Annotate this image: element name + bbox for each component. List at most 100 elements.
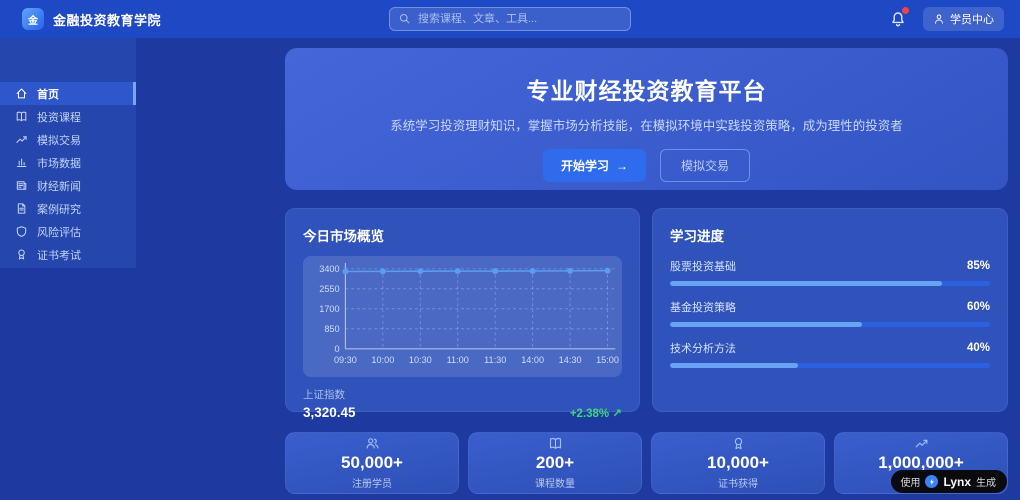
topbar-actions: 学员中心 [889, 7, 1004, 31]
progress-label: 技术分析方法 [670, 343, 736, 355]
users-icon [366, 438, 378, 449]
home-icon [16, 88, 27, 99]
start-learning-label: 开始学习 [560, 159, 609, 173]
progress-bar [670, 281, 990, 286]
progress-bar [670, 363, 990, 368]
progress-list: 股票投资基础 85% 基金投资策略 60% 技术分析方法 40% [670, 258, 990, 368]
sidebar-item-news[interactable]: 财经新闻 [0, 174, 136, 197]
progress-bar [670, 322, 990, 327]
svg-text:3400: 3400 [319, 264, 339, 274]
market-footer: 上证指数 3,320.45 +2.38% ↗ [303, 387, 622, 420]
svg-text:09:30: 09:30 [334, 355, 357, 365]
search-input[interactable] [389, 7, 631, 31]
sidebar-item-cert[interactable]: 证书考试 [0, 243, 136, 266]
sidebar: 首页 投资课程 模拟交易 市场数据 财经新闻 案例研究 风险评估 证书考试 [0, 38, 136, 268]
change-value: +2.38% [569, 408, 610, 420]
user-center-label: 学员中心 [950, 14, 994, 26]
user-center-button[interactable]: 学员中心 [923, 7, 1004, 31]
notification-bell-icon[interactable] [889, 7, 909, 28]
lynx-logo-icon [925, 475, 939, 488]
index-value: 3,320.45 [303, 405, 356, 420]
svg-text:850: 850 [324, 324, 339, 334]
hero-buttons: 开始学习 → 模拟交易 [285, 149, 1008, 182]
progress-bar-fill [670, 281, 942, 286]
svg-text:2550: 2550 [319, 284, 339, 294]
progress-bar-fill [670, 363, 798, 368]
hero-title: 专业财经投资教育平台 [526, 78, 767, 104]
hero-banner: 专业财经投资教育平台 系统学习投资理财知识，掌握市场分析技能，在模拟环境中实践投… [285, 48, 1008, 190]
active-indicator [133, 82, 136, 105]
trend-up-arrow-icon: ↗ [612, 408, 622, 420]
progress-item: 股票投资基础 85% [670, 258, 990, 286]
progress-item: 基金投资策略 60% [670, 299, 990, 327]
stat-value: 200+ [535, 453, 575, 472]
bar-chart-icon [16, 158, 27, 168]
progress-percent: 40% [966, 342, 990, 354]
sidebar-item-label: 案例研究 [37, 203, 81, 216]
lynx-generated-badge[interactable]: 使用 Lynx 生成 [891, 470, 1007, 493]
svg-text:15:00: 15:00 [596, 355, 619, 365]
stat-card: 50,000+ 注册学员 [285, 432, 459, 494]
sidebar-item-home[interactable]: 首页 [0, 82, 136, 105]
badge-prefix: 使用 [900, 478, 921, 489]
sidebar-item-label: 风险评估 [37, 226, 81, 239]
start-learning-button[interactable]: 开始学习 → [542, 149, 646, 182]
app-logo: 金 [22, 8, 44, 30]
stat-value: 10,000+ [707, 453, 769, 472]
index-name: 上证指数 [303, 389, 345, 401]
progress-label: 股票投资基础 [670, 261, 736, 273]
person-icon [935, 14, 943, 24]
progress-label: 基金投资策略 [670, 302, 736, 314]
stat-label: 课程数量 [535, 479, 575, 490]
newspaper-icon [16, 181, 27, 190]
sidebar-item-label: 投资课程 [37, 111, 81, 124]
sidebar-nav: 首页 投资课程 模拟交易 市场数据 财经新闻 案例研究 风险评估 证书考试 [0, 82, 136, 266]
document-icon [17, 203, 26, 214]
sidebar-item-risk[interactable]: 风险评估 [0, 220, 136, 243]
shield-icon [16, 226, 27, 237]
topbar: 金 金融投资教育学院 学员中心 [0, 0, 1020, 38]
sidebar-item-trading[interactable]: 模拟交易 [0, 128, 136, 151]
index-line-chart: 0 850 1700 2550 3400 09:30 10:00 10:30 11:00 11:3… [303, 256, 622, 377]
sidebar-item-market[interactable]: 市场数据 [0, 151, 136, 174]
sidebar-item-label: 模拟交易 [37, 134, 81, 147]
svg-text:0: 0 [335, 344, 340, 354]
certificate-icon [18, 249, 25, 260]
sidebar-item-label: 财经新闻 [37, 180, 81, 193]
svg-text:14:00: 14:00 [521, 355, 544, 365]
stat-label: 注册学员 [352, 479, 392, 490]
index-change: +2.38% ↗ [570, 406, 622, 420]
certificate-icon [734, 437, 742, 450]
book-icon [549, 438, 561, 449]
stat-label: 证书获得 [718, 479, 758, 490]
sidebar-item-label: 证书考试 [37, 249, 81, 262]
svg-text:10:30: 10:30 [409, 355, 432, 365]
stat-value: 50,000+ [341, 453, 403, 472]
sidebar-item-label: 市场数据 [37, 157, 81, 170]
svg-text:14:30: 14:30 [559, 355, 582, 365]
market-card-title: 今日市场概览 [303, 229, 384, 244]
sidebar-item-cases[interactable]: 案例研究 [0, 197, 136, 220]
progress-percent: 85% [966, 260, 990, 272]
book-icon [16, 111, 27, 122]
svg-text:1700: 1700 [319, 304, 339, 314]
progress-percent: 60% [966, 301, 990, 313]
app-title: 金融投资教育学院 [53, 12, 162, 28]
sidebar-item-label: 首页 [37, 88, 59, 101]
badge-brand: Lynx [943, 474, 971, 489]
badge-suffix: 生成 [976, 478, 996, 489]
progress-bar-fill [670, 322, 862, 327]
svg-text:10:00: 10:00 [371, 355, 394, 365]
hero-subtitle: 系统学习投资理财知识，掌握市场分析技能，在模拟环境中实践投资策略，成为理性的投资… [390, 119, 903, 133]
arrow-right-icon: → [616, 158, 628, 173]
trend-icon [915, 439, 927, 448]
progress-card-title: 学习进度 [670, 229, 724, 244]
svg-text:11:00: 11:00 [447, 355, 469, 365]
market-chart-svg: 0 850 1700 2550 3400 09:30 10:00 10:30 11:00 11:3… [319, 263, 619, 365]
simulated-trading-button[interactable]: 模拟交易 [660, 149, 751, 182]
progress-item: 技术分析方法 40% [670, 340, 990, 368]
search-icon [399, 13, 410, 24]
search-bar [389, 7, 631, 31]
sidebar-item-courses[interactable]: 投资课程 [0, 105, 136, 128]
notification-dot [902, 7, 909, 14]
